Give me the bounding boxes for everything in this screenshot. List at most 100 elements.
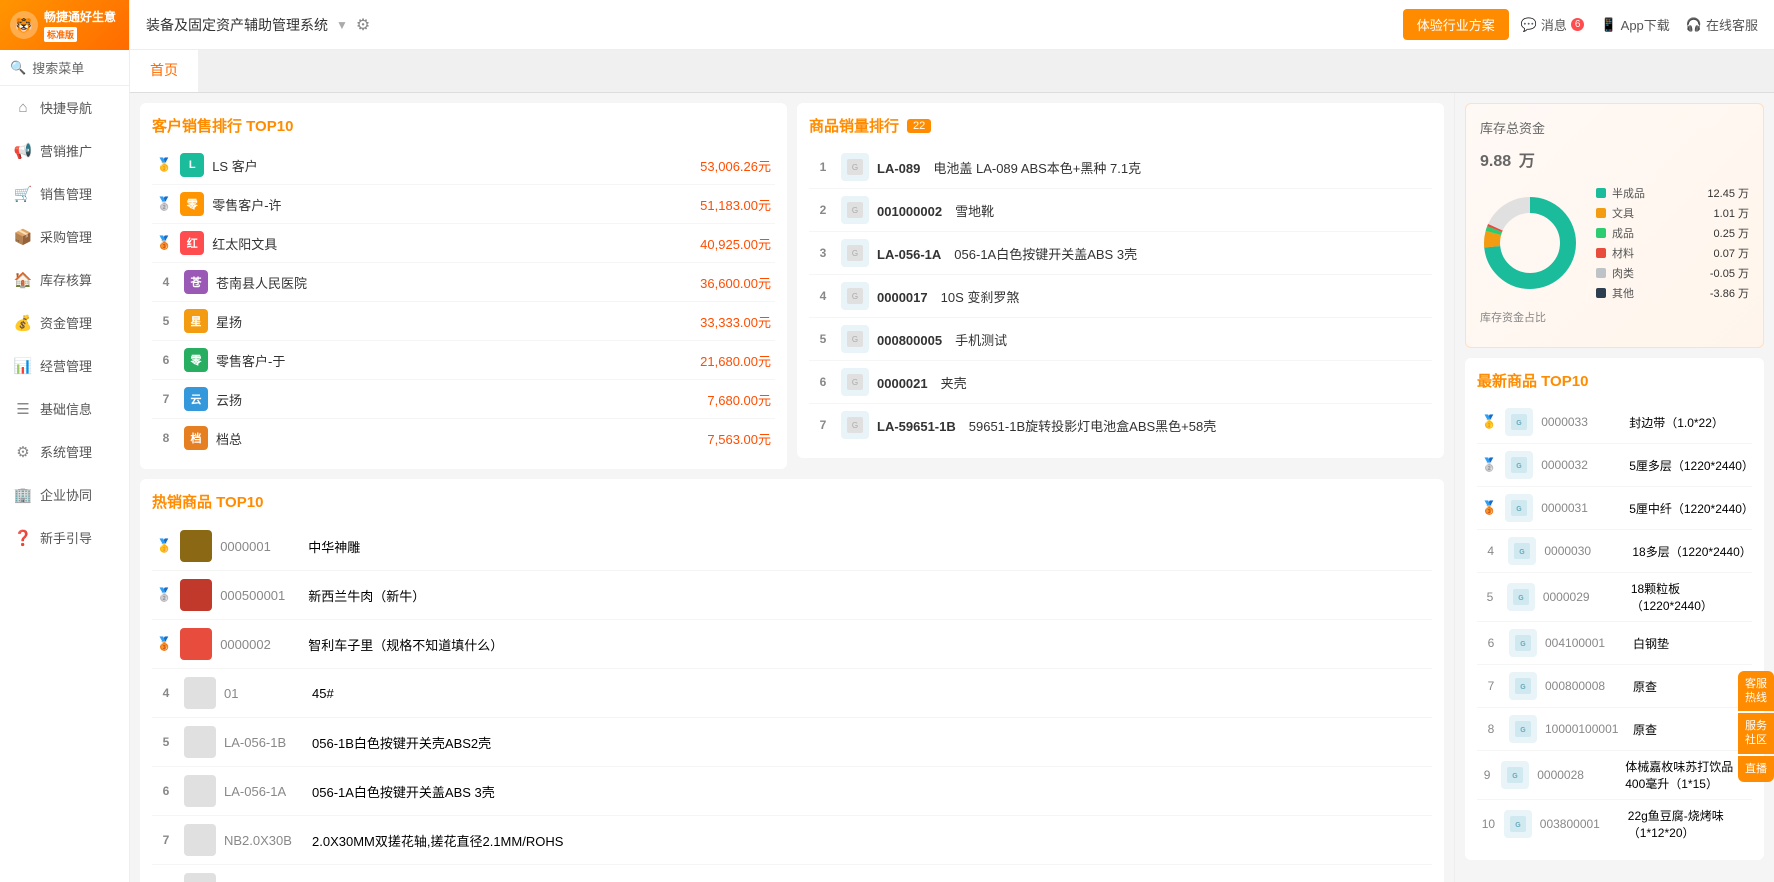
product-thumbnail: G xyxy=(1501,761,1529,789)
svg-text:G: G xyxy=(1520,549,1526,556)
product-thumbnail: G xyxy=(841,153,869,181)
product-thumbnail: G xyxy=(841,196,869,224)
sales-ranking-card: 客户销售排行 TOP10 🥇 L LS 客户 53,006.26元🥈 零 零售客… xyxy=(140,103,787,469)
community-btn[interactable]: 服务社区 xyxy=(1738,713,1774,754)
legend-item: 成品 0.25 万 xyxy=(1596,223,1749,243)
product-ranking-card: 商品销量排行 22 1 G LA-089 电池盖 LA-089 ABS本色+黑种… xyxy=(797,103,1444,458)
sidebar-search[interactable]: 🔍 搜索菜单 xyxy=(0,50,129,86)
product-ranking-col: 商品销量排行 22 1 G LA-089 电池盖 LA-089 ABS本色+黑种… xyxy=(797,103,1444,479)
search-label: 搜索菜单 xyxy=(32,58,84,77)
customer-name: 红太阳文具 xyxy=(212,234,692,253)
product-rank-row: 4 G 0000017 10S 变刹罗煞 xyxy=(809,275,1432,318)
product-rank-row: 3 G LA-056-1A 056-1A白色按键开关盖ABS 3壳 xyxy=(809,232,1432,275)
svg-text:G: G xyxy=(852,421,858,430)
rank-number: 7 xyxy=(1481,679,1501,693)
sales-rank-row: 🥉 红 红太阳文具 40,925.00元 xyxy=(152,224,775,263)
sidebar-item-inventory[interactable]: 🏠 库存核算 xyxy=(0,258,129,301)
product-name: 18多层（1220*2440） xyxy=(1632,543,1748,560)
tab-home[interactable]: 首页 xyxy=(130,50,198,92)
service-btn[interactable]: 🎧 在线客服 xyxy=(1686,15,1758,34)
rank-number: 4 xyxy=(1481,544,1500,558)
message-label: 消息 xyxy=(1541,15,1567,34)
medal-icon: 🥇 xyxy=(1481,414,1497,430)
hotline-btn[interactable]: 客服热线 xyxy=(1738,671,1774,712)
system-icon: ⚙ xyxy=(14,443,32,461)
logo-line1: 畅捷通好生意 xyxy=(44,8,116,25)
trial-button[interactable]: 体验行业方案 xyxy=(1403,9,1509,40)
product-image xyxy=(184,775,216,807)
medal-icon: 🥉 xyxy=(156,636,172,652)
product-thumbnail: G xyxy=(1507,583,1535,611)
sidebar-item-label-inventory: 库存核算 xyxy=(40,270,92,289)
sidebar-item-label-basic: 基础信息 xyxy=(40,399,92,418)
customer-name: 零售客户-于 xyxy=(216,351,692,370)
service-label: 在线客服 xyxy=(1706,15,1758,34)
sales-icon: 🛒 xyxy=(14,185,32,203)
product-thumbnail: G xyxy=(1505,451,1533,479)
inventory-unit: 万 xyxy=(1519,153,1535,170)
customer-value: 36,600.00元 xyxy=(700,273,771,292)
legend-value: 0.25 万 xyxy=(1714,225,1749,241)
product-name: 18颗粒板（1220*2440） xyxy=(1631,580,1748,614)
sidebar-item-basic[interactable]: ☰ 基础信息 xyxy=(0,387,129,430)
topbar-right: 💬 消息 6 📱 App下载 🎧 在线客服 xyxy=(1521,15,1758,34)
new-product-row: 7 G 000800008 原查 xyxy=(1477,665,1752,708)
hot-product-row: 🥇 0000001 中华神雕 xyxy=(152,522,1432,571)
sidebar-item-marketing[interactable]: 📢 营销推广 xyxy=(0,129,129,172)
donut-section: 半成品 12.45 万 文具 1.01 万 成品 0.25 万 材料 0.07 … xyxy=(1480,183,1749,303)
gear-icon[interactable]: ⚙ xyxy=(356,15,370,35)
legend-item: 材料 0.07 万 xyxy=(1596,243,1749,263)
medal-icon: 🥇 xyxy=(156,538,172,554)
product-code: 004100001 xyxy=(1545,636,1625,650)
product-thumbnail: G xyxy=(1505,408,1533,436)
product-image xyxy=(180,628,212,660)
product-code: 0000031 xyxy=(1541,501,1621,515)
sidebar-item-home-nav[interactable]: ⌂ 快捷导航 xyxy=(0,86,129,129)
hot-product-row: 5 LA-056-1B 056-1B白色按键开关壳ABS2壳 xyxy=(152,718,1432,767)
product-thumbnail: G xyxy=(1504,810,1532,838)
sidebar: 🐯 畅捷通好生意 标准版 🔍 搜索菜单 ⌂ 快捷导航📢 营销推广🛒 销售管理📦 … xyxy=(0,0,130,882)
product-name: 2.0X30MM双搓花轴,搓花直径2.1MM/ROHS xyxy=(312,831,563,850)
sidebar-item-finance[interactable]: 💰 资金管理 xyxy=(0,301,129,344)
sales-rank-row: 8 档 档总 7,563.00元 xyxy=(152,419,775,457)
product-name: 中华神雕 xyxy=(308,537,360,556)
new-product-row: 🥈 G 0000032 5厘多层（1220*2440） xyxy=(1477,444,1752,487)
app-download-btn[interactable]: 📱 App下载 xyxy=(1600,15,1669,34)
svg-text:G: G xyxy=(1516,506,1522,513)
medal-icon: 🥇 xyxy=(156,157,172,173)
product-code: LA-056-1B xyxy=(224,735,304,750)
sidebar-item-purchase[interactable]: 📦 采购管理 xyxy=(0,215,129,258)
product-code: 10000100001 xyxy=(1545,722,1625,736)
product-thumbnail: G xyxy=(841,239,869,267)
customer-value: 21,680.00元 xyxy=(700,351,771,370)
rank-number: 8 xyxy=(1481,722,1501,736)
inventory-card: 库存总资金 9.88 万 xyxy=(1465,103,1764,348)
hot-product-row: 4 01 45# xyxy=(152,669,1432,718)
customer-avatar: 红 xyxy=(180,231,204,255)
product-name: 0000021 夹壳 xyxy=(877,373,1428,392)
product-rank-row: 5 G 000800005 手机测试 xyxy=(809,318,1432,361)
app-label: App下载 xyxy=(1621,15,1670,34)
rank-number: 5 xyxy=(156,314,176,328)
product-ranking-badge: 22 xyxy=(907,119,931,133)
legend-value: -3.86 万 xyxy=(1710,285,1749,301)
rank-number: 5 xyxy=(156,735,176,749)
sidebar-item-corporate[interactable]: 🏢 企业协同 xyxy=(0,473,129,516)
live-btn[interactable]: 直播 xyxy=(1738,756,1774,782)
customer-value: 7,680.00元 xyxy=(707,390,771,409)
customer-avatar: 云 xyxy=(184,387,208,411)
rank-number: 8 xyxy=(156,431,176,445)
product-ranking-table: 1 G LA-089 电池盖 LA-089 ABS本色+黑种 7.1克2 G 0… xyxy=(809,146,1432,446)
sidebar-item-sales[interactable]: 🛒 销售管理 xyxy=(0,172,129,215)
sidebar-item-system[interactable]: ⚙ 系统管理 xyxy=(0,430,129,473)
legend-value: 12.45 万 xyxy=(1707,185,1749,201)
sidebar-item-guide[interactable]: ❓ 新手引导 xyxy=(0,516,129,559)
message-btn[interactable]: 💬 消息 6 xyxy=(1521,15,1585,34)
sidebar-item-label-corporate: 企业协同 xyxy=(40,485,92,504)
newest-products-list: 🥇 G 0000033 封边带（1.0*22）🥈 G 0000032 5厘多层（… xyxy=(1477,401,1752,848)
dropdown-icon[interactable]: ▼ xyxy=(336,18,348,32)
product-thumbnail: G xyxy=(1509,672,1537,700)
topbar-title: 装备及固定资产辅助管理系统 ▼ ⚙ xyxy=(146,15,1391,35)
sidebar-item-operations[interactable]: 📊 经营管理 xyxy=(0,344,129,387)
sidebar-item-label-operations: 经营管理 xyxy=(40,356,92,375)
